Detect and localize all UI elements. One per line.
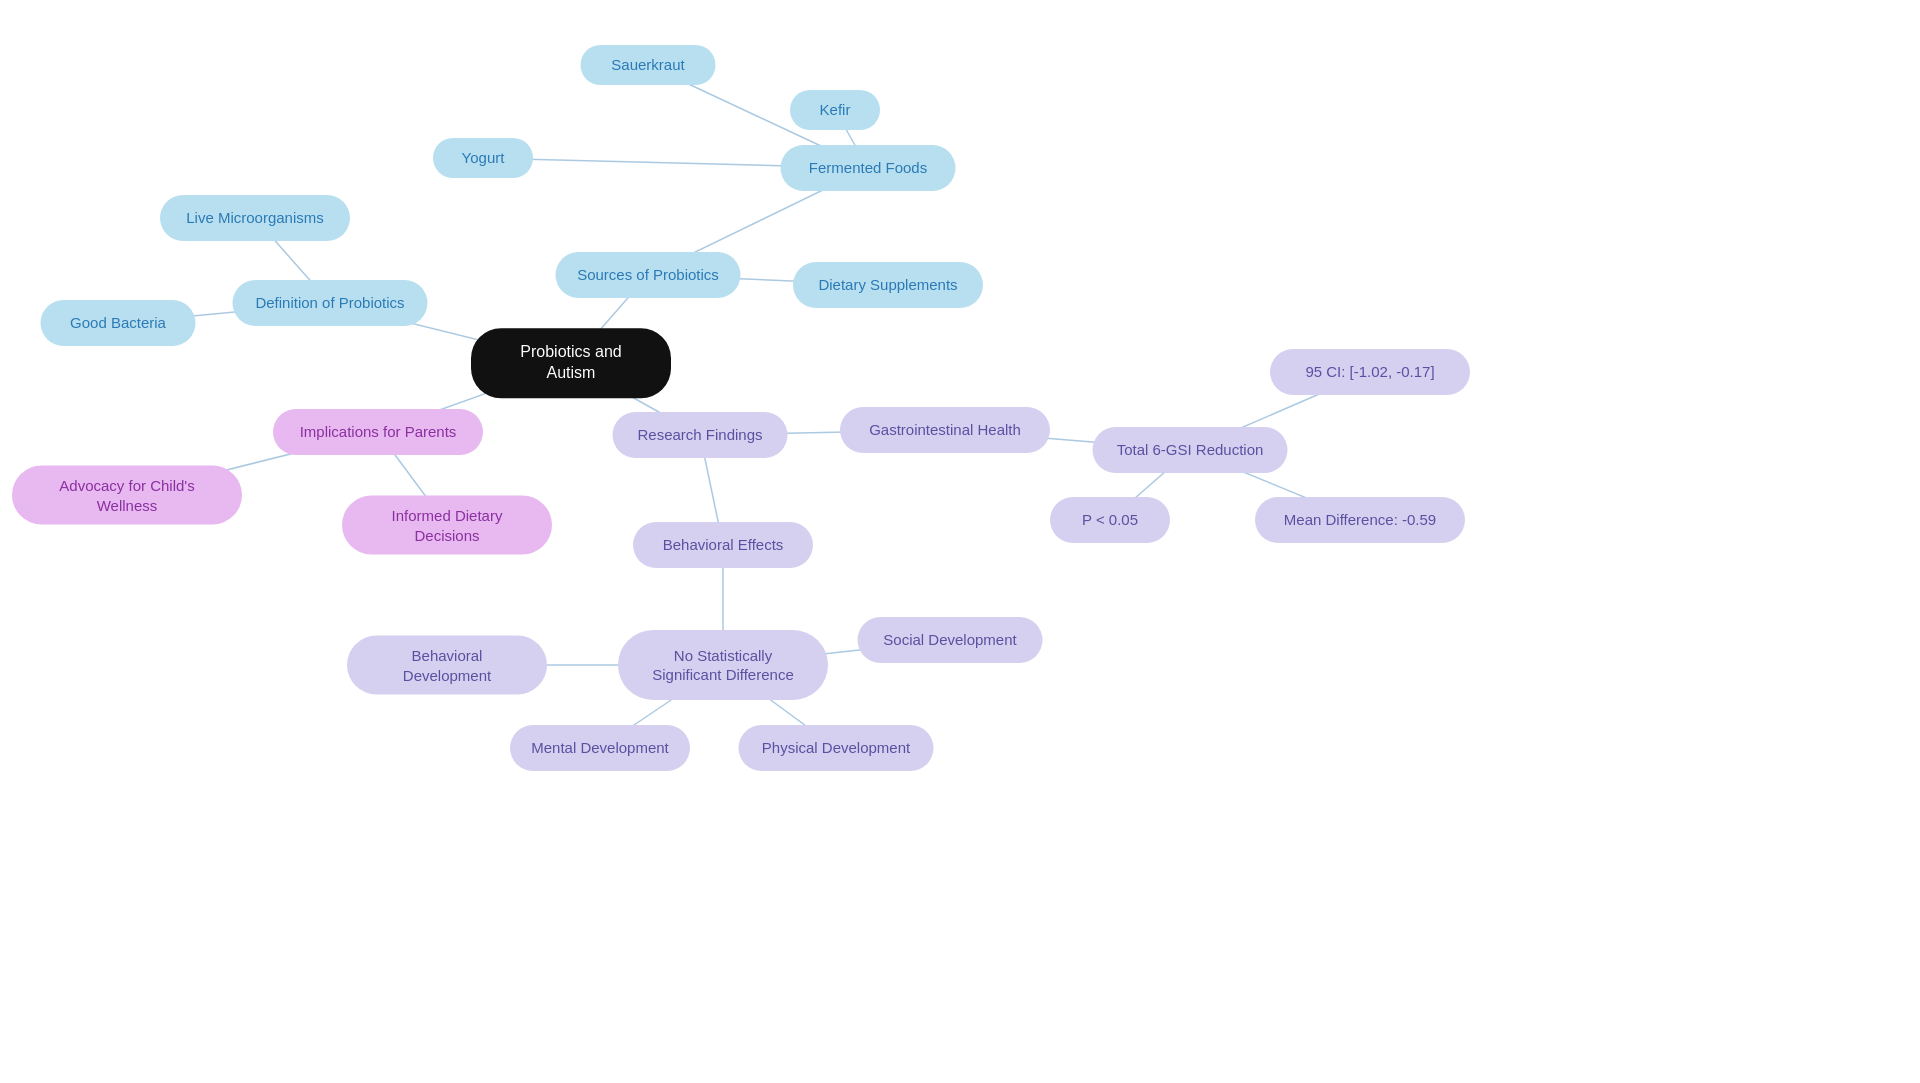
node-advocacy: Advocacy for Child's Wellness [12, 466, 242, 525]
node-research: Research Findings [613, 412, 788, 458]
node-mental_dev: Mental Development [510, 725, 690, 771]
node-center: Probiotics and Autism [471, 328, 671, 398]
node-informed: Informed Dietary Decisions [342, 496, 552, 555]
node-sources: Sources of Probiotics [556, 252, 741, 298]
node-social_dev: Social Development [858, 617, 1043, 663]
node-p_value: P < 0.05 [1050, 497, 1170, 543]
node-gastro: Gastrointestinal Health [840, 407, 1050, 453]
node-ci: 95 CI: [-1.02, -0.17] [1270, 349, 1470, 395]
node-fermented: Fermented Foods [781, 145, 956, 191]
node-yogurt: Yogurt [433, 138, 533, 178]
connections-svg [0, 0, 1920, 1083]
node-kefir: Kefir [790, 90, 880, 130]
node-behavioral_effects: Behavioral Effects [633, 522, 813, 568]
node-good_bacteria: Good Bacteria [41, 300, 196, 346]
node-dietary_supp: Dietary Supplements [793, 262, 983, 308]
node-live_microorganisms: Live Microorganisms [160, 195, 350, 241]
mindmap-container: Probiotics and Autism Definition of Probi… [0, 0, 1920, 1083]
node-total_gsi: Total 6-GSI Reduction [1093, 427, 1288, 473]
node-definition: Definition of Probiotics [233, 280, 428, 326]
node-sauerkraut: Sauerkraut [581, 45, 716, 85]
node-no_sig: No Statistically Significant Difference [618, 630, 828, 700]
node-implications: Implications for Parents [273, 409, 483, 455]
node-mean_diff: Mean Difference: -0.59 [1255, 497, 1465, 543]
node-physical_dev: Physical Development [739, 725, 934, 771]
node-behavioral_dev: Behavioral Development [347, 636, 547, 695]
